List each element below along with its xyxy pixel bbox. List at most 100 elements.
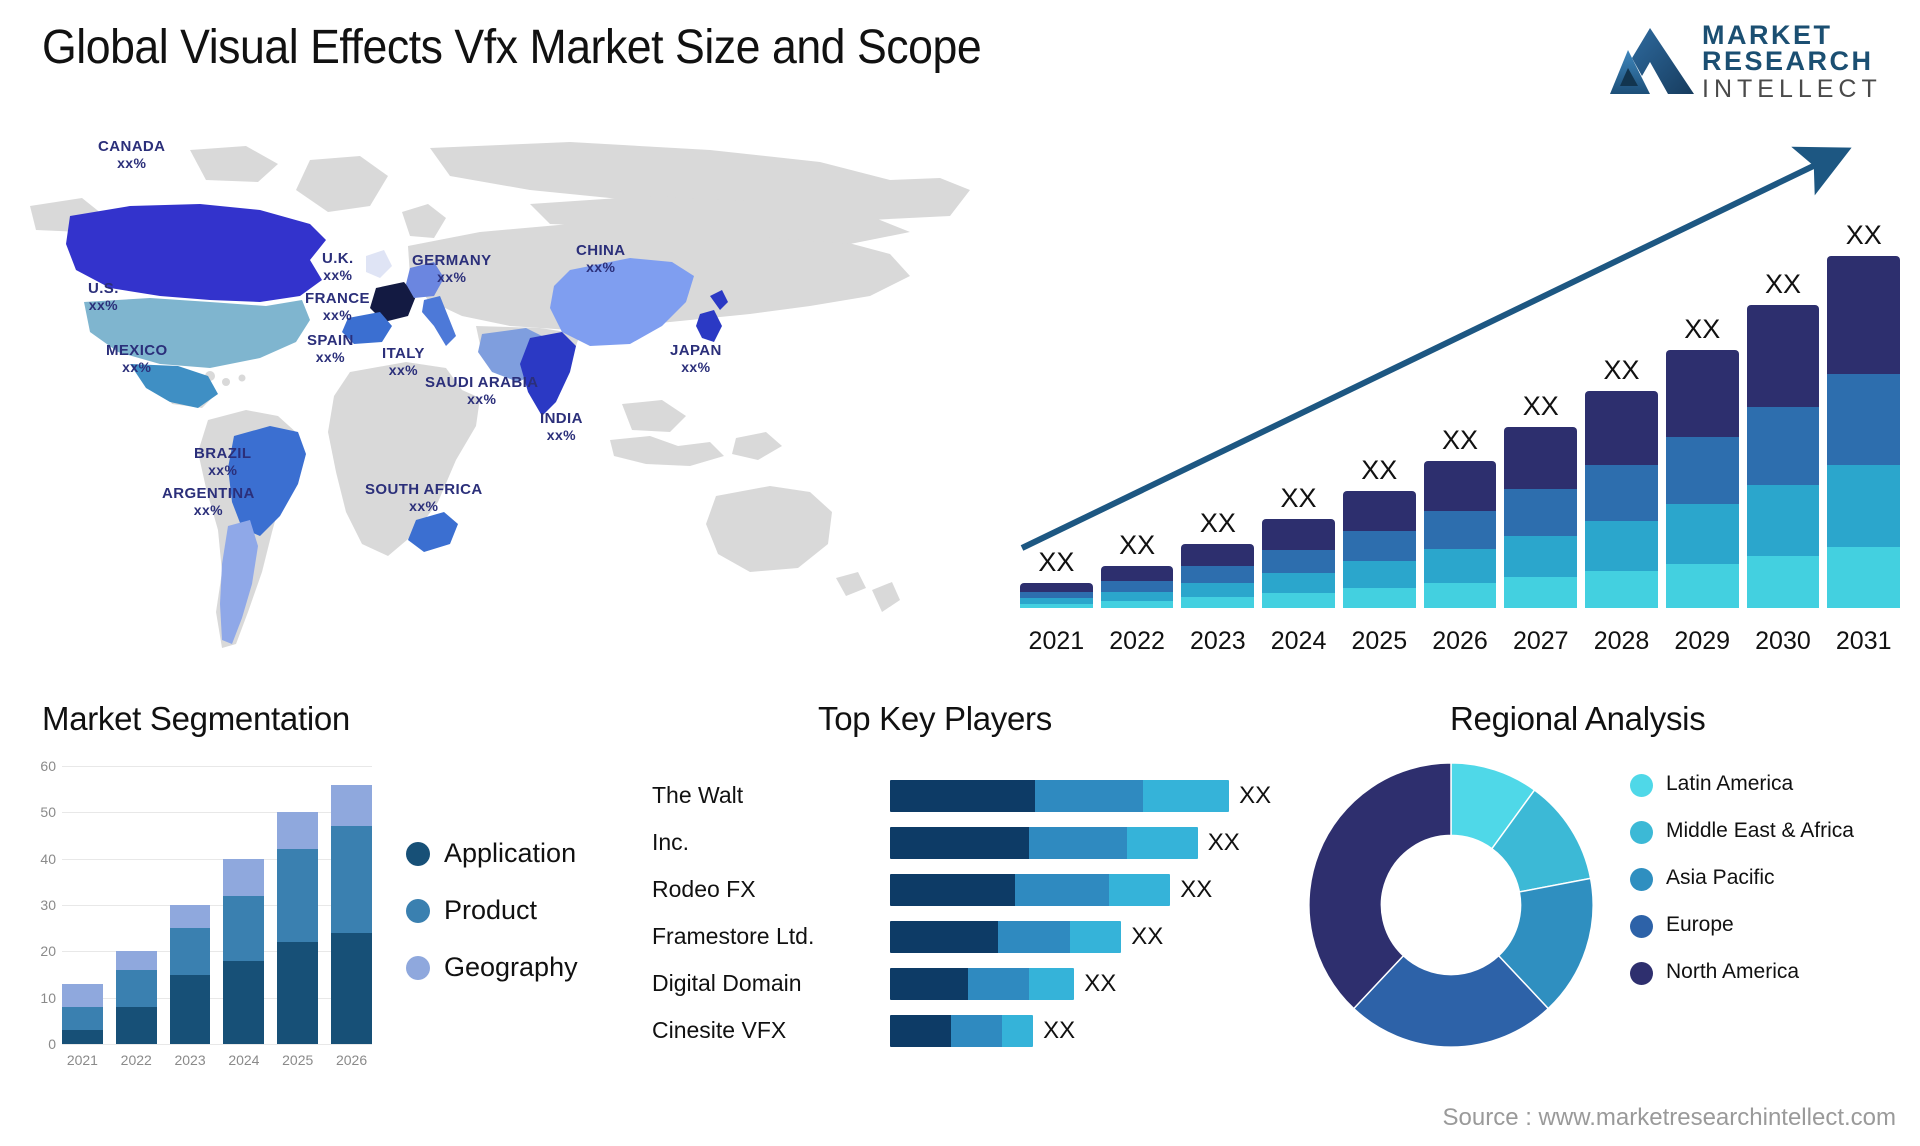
map-label-uk: U.K. xx% <box>322 250 354 283</box>
growth-year-label: 2021 <box>1028 627 1085 655</box>
segmentation-bar-column <box>331 784 372 1044</box>
key-player-bar-segment <box>1029 967 1075 1000</box>
key-player-bar-segment <box>890 920 998 953</box>
segmentation-x-tick-label: 2022 <box>120 1052 152 1068</box>
regional-legend-item[interactable]: Asia Pacific <box>1630 866 1854 891</box>
map-label-india: INDIA xx% <box>540 410 583 443</box>
growth-bar-segment <box>1585 464 1658 521</box>
key-player-bar <box>890 920 1122 953</box>
segmentation-bar-segment <box>223 895 265 961</box>
segmentation-y-tick-label: 30 <box>40 897 56 913</box>
growth-bar-value-label: XX <box>1845 220 1882 250</box>
regional-legend-item[interactable]: Middle East & Africa <box>1630 819 1854 844</box>
key-player-name: Digital Domain <box>652 970 802 996</box>
growth-year-label: 2031 <box>1835 627 1892 655</box>
growth-bar <box>1665 349 1739 608</box>
growth-year-label: 2023 <box>1190 627 1246 655</box>
logo-line-intellect: INTELLECT <box>1702 75 1882 103</box>
growth-bar-segment <box>1746 485 1820 556</box>
growth-year-label: 2030 <box>1755 627 1811 655</box>
key-player-row: The Walt XX <box>640 772 1300 819</box>
segmentation-legend-item[interactable]: Geography <box>406 952 578 983</box>
growth-bars-container: XX XX XX XX XX XX XX XX XX XX XX <box>1020 208 1901 608</box>
regional-legend-item[interactable]: Latin America <box>1630 772 1854 797</box>
growth-bar-segment <box>1827 256 1901 375</box>
growth-bar-segment <box>1262 549 1335 573</box>
growth-bar <box>1020 582 1093 608</box>
key-player-bar <box>890 826 1198 859</box>
segmentation-bar-segment <box>62 1006 103 1031</box>
segmentation-bar-segment <box>115 969 157 1007</box>
segmentation-y-tick-label: 0 <box>48 1036 56 1052</box>
growth-bar-value-label: XX <box>1199 508 1236 539</box>
market-segmentation-section: Market Segmentation 0 10 20 30 40 50 60 2021 20… <box>14 700 634 1130</box>
country-brazil <box>228 426 306 536</box>
growth-bar <box>1100 566 1174 608</box>
growth-bar-value-label: XX <box>1280 483 1317 514</box>
regional-legend-label: Europe <box>1666 913 1734 936</box>
key-player-value-label: XX <box>1131 922 1164 950</box>
key-player-value-label: XX <box>1043 1016 1076 1044</box>
growth-bar-segment <box>1020 582 1093 592</box>
segmentation-legend-item[interactable]: Product <box>406 895 578 926</box>
growth-bar-segment <box>1746 407 1820 486</box>
growth-bar-segment <box>1827 465 1901 548</box>
key-player-bar-segment <box>1029 826 1128 859</box>
source-attribution: Source : www.marketresearchintellect.com <box>1442 1104 1897 1131</box>
map-label-germany: GERMANY xx% <box>412 252 492 285</box>
map-label-south-africa: SOUTH AFRICA xx% <box>365 481 483 515</box>
growth-bar-segment <box>1020 603 1093 608</box>
segmentation-bar-segment <box>62 1030 103 1044</box>
logo-line-research: RESEARCH <box>1702 46 1874 76</box>
key-player-bar-segment <box>1001 1014 1034 1047</box>
regional-legend-item[interactable]: Europe <box>1630 913 1854 938</box>
growth-bar-segment <box>1100 566 1174 581</box>
key-player-bar-segment <box>1109 873 1171 906</box>
key-player-row: Digital Domain XX <box>640 960 1300 1007</box>
legend-swatch-icon <box>1630 821 1653 844</box>
segmentation-legend-label: Application <box>444 838 577 868</box>
map-label-saudi-arabia: SAUDI ARABIA xx% <box>425 374 539 408</box>
key-player-value-label: XX <box>1207 828 1240 856</box>
segmentation-bar-segment <box>277 812 319 850</box>
growth-bar-segment <box>1423 461 1497 512</box>
segmentation-bar-column <box>223 858 265 1044</box>
growth-bar-segment <box>1342 531 1416 562</box>
regional-analysis-title: Regional Analysis <box>1450 700 1706 737</box>
growth-bar-column: XX <box>1746 269 1820 608</box>
map-label-argentina: ARGENTINA xx% <box>162 485 255 518</box>
growth-bar <box>1827 256 1901 608</box>
map-label-brazil: BRAZIL xx% <box>194 445 252 478</box>
growth-year-label: 2024 <box>1270 627 1327 655</box>
regional-legend-label: Middle East & Africa <box>1666 819 1854 842</box>
growth-bar-segment <box>1585 520 1658 571</box>
map-label-mexico: MEXICO xx% <box>106 342 168 375</box>
segmentation-bar-segment <box>115 951 157 970</box>
growth-bar-column: XX <box>1262 483 1335 608</box>
growth-bar-segment <box>1262 592 1335 608</box>
page-title: Global Visual Effects Vfx Market Size an… <box>42 21 982 74</box>
country-uk <box>366 250 392 278</box>
market-segmentation-title: Market Segmentation <box>42 700 350 737</box>
regional-legend-label: North America <box>1666 960 1800 983</box>
legend-swatch-icon <box>1630 915 1653 938</box>
map-label-us: U.S. xx% <box>88 280 119 313</box>
segmentation-bar-segment <box>331 826 372 933</box>
logo-wordmark: MARKET RESEARCH INTELLECT <box>1702 22 1882 104</box>
key-player-bar-segment <box>890 779 1036 812</box>
segmentation-legend-item[interactable]: Application <box>406 838 578 869</box>
growth-bar-segment <box>1746 555 1820 608</box>
key-player-bar-segment <box>890 967 969 1000</box>
map-label-china: CHINA xx% <box>576 242 626 275</box>
growth-bar-segment <box>1504 427 1578 489</box>
key-player-bar-segment <box>968 967 1030 1000</box>
key-player-bar <box>890 967 1075 1000</box>
key-player-value-label: XX <box>1239 781 1272 809</box>
key-player-bar <box>890 873 1171 906</box>
regional-legend-item[interactable]: North America <box>1630 960 1854 985</box>
growth-bar-segment <box>1100 600 1174 608</box>
legend-swatch-icon <box>1630 868 1653 891</box>
key-player-bar-segment <box>1015 873 1110 906</box>
segmentation-bar-segment <box>223 960 265 1044</box>
segmentation-bar-segment <box>331 784 372 827</box>
